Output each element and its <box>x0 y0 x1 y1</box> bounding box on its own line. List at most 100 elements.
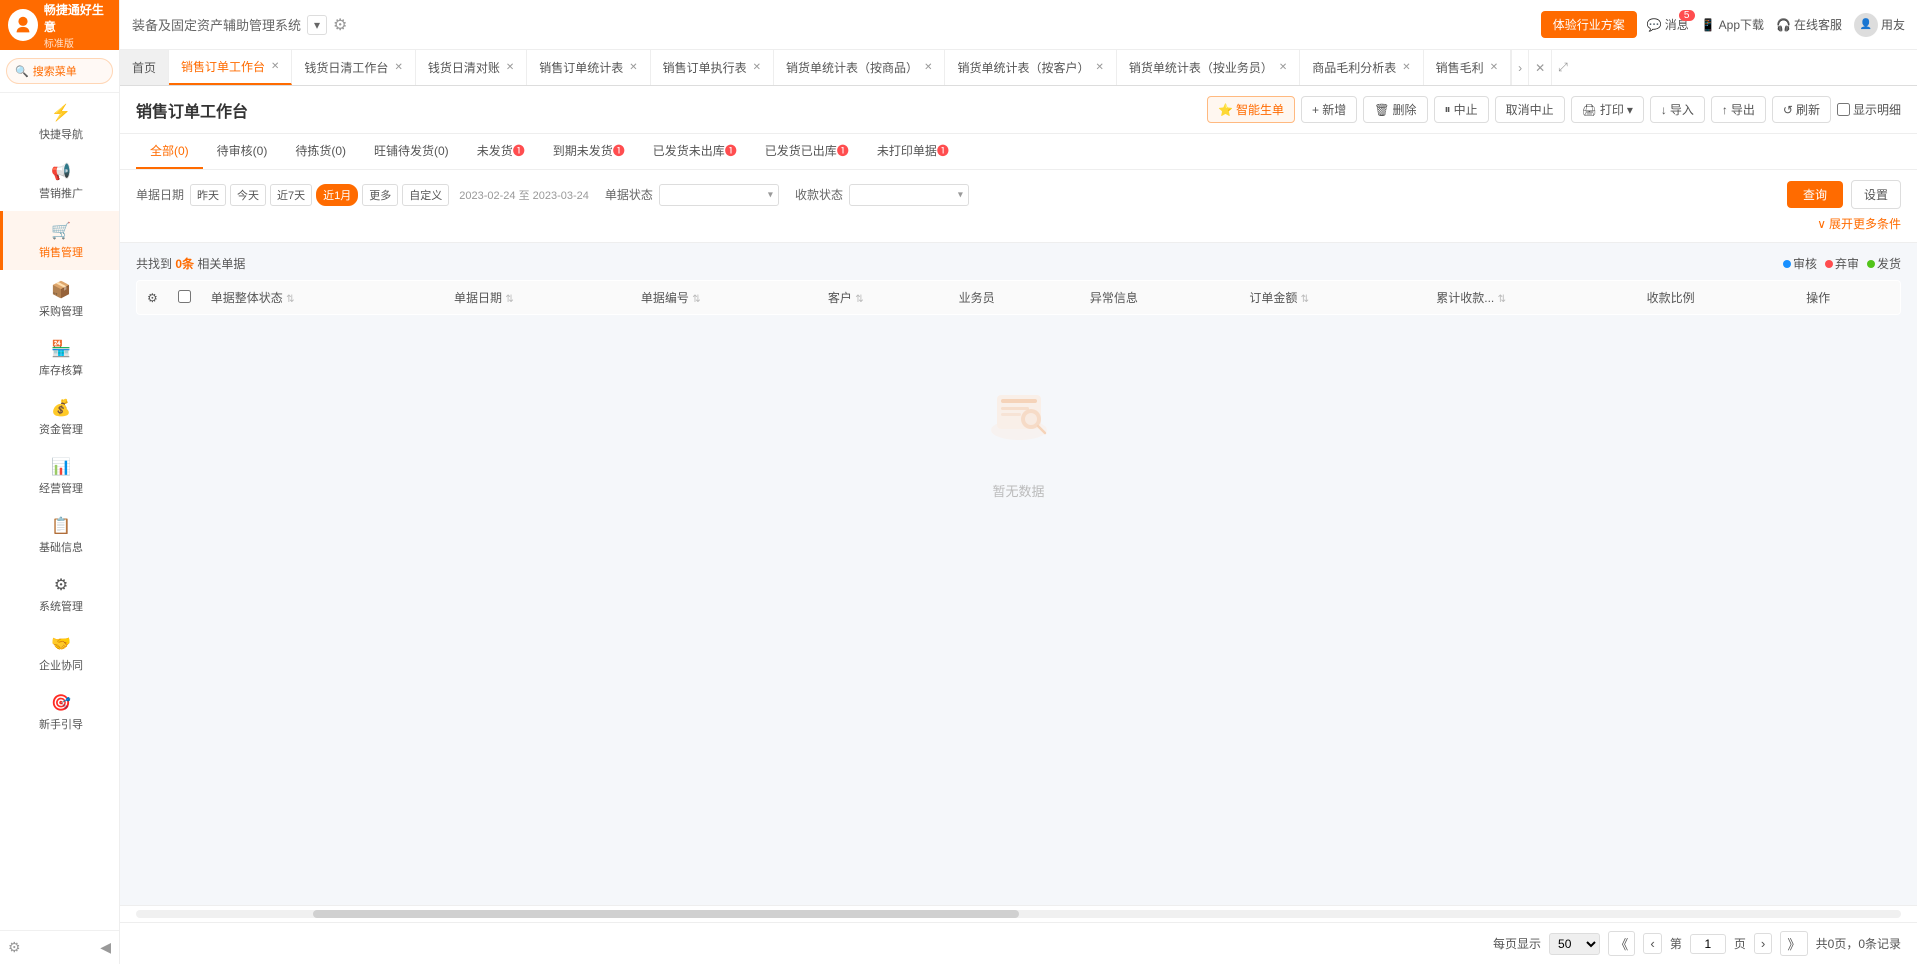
sort-icon[interactable]: ⇅ <box>1498 294 1506 305</box>
sub-tab-not-printed[interactable]: 未打印单据❶ <box>863 134 963 169</box>
sidebar-item-sales[interactable]: 🛒 销售管理 <box>0 211 119 270</box>
suspend-button[interactable]: ⏸ 中止 <box>1434 96 1489 123</box>
show-detail-checkbox-wrap[interactable]: 显示明细 <box>1837 101 1901 118</box>
app-download-button[interactable]: 📱 App下载 <box>1701 16 1764 33</box>
date-quick-buttons: 昨天 今天 近7天 近1月 更多 自定义 <box>190 184 449 206</box>
tab-sales-by-product[interactable]: 销货单统计表（按商品） ✕ <box>774 50 945 85</box>
refresh-button[interactable]: ↺ 刷新 <box>1772 96 1831 123</box>
sidebar-bottom: ⚙ ◀ <box>0 930 119 964</box>
query-button[interactable]: 查询 <box>1787 181 1843 208</box>
tab-close-icon[interactable]: ✕ <box>924 62 932 73</box>
tab-more-button[interactable]: › <box>1511 50 1528 85</box>
status-select[interactable] <box>659 184 779 206</box>
add-button[interactable]: + 新增 <box>1301 96 1357 123</box>
sort-icon[interactable]: ⇅ <box>855 294 863 305</box>
date-1month-button[interactable]: 近1月 <box>316 184 358 206</box>
smart-gen-button[interactable]: ⭐ 智能生单 <box>1207 96 1295 123</box>
page-input[interactable] <box>1690 934 1726 954</box>
sub-tab-wangpu[interactable]: 旺铺待发货(0) <box>360 134 463 169</box>
tab-close-all-button[interactable]: ✕ <box>1528 50 1551 85</box>
sub-tab-shipped-out[interactable]: 已发货已出库❶ <box>751 134 863 169</box>
system-dropdown-button[interactable]: ▾ <box>307 15 327 35</box>
tab-close-icon[interactable]: ✕ <box>753 62 761 73</box>
print-button[interactable]: 🖨 打印 ▾ <box>1571 96 1644 123</box>
tab-close-icon[interactable]: ✕ <box>1095 62 1103 73</box>
tab-sales-stat[interactable]: 销售订单统计表 ✕ <box>527 50 650 85</box>
select-all-checkbox[interactable] <box>178 290 191 303</box>
sub-tab-pending-review[interactable]: 待审核(0) <box>203 134 282 169</box>
sidebar-item-guide[interactable]: 🎯 新手引导 <box>0 683 119 742</box>
collapse-button[interactable]: ◀ <box>100 939 111 956</box>
import-button[interactable]: ↓ 导入 <box>1650 96 1705 123</box>
cancel-audit-button[interactable]: 弃审 <box>1825 255 1859 272</box>
tab-product-profit[interactable]: 商品毛利分析表 ✕ <box>1300 50 1423 85</box>
sub-tab-shipped-not-out[interactable]: 已发货未出库❶ <box>639 134 751 169</box>
sub-tab-not-shipped[interactable]: 未发货❶ <box>463 134 539 169</box>
expand-more-button[interactable]: ∨ 展开更多条件 <box>1817 215 1901 232</box>
sidebar-item-marketing[interactable]: 📢 营销推广 <box>0 152 119 211</box>
date-custom-button[interactable]: 自定义 <box>402 184 449 206</box>
tab-sales-order[interactable]: 销售订单工作台 ✕ <box>169 50 292 85</box>
tab-close-icon[interactable]: ✕ <box>271 61 279 72</box>
date-7days-button[interactable]: 近7天 <box>270 184 312 206</box>
solution-button[interactable]: 体验行业方案 <box>1541 11 1637 38</box>
settings-button[interactable]: ⚙ <box>8 939 21 956</box>
tab-cash-reconcile[interactable]: 钱货日清对账 ✕ <box>416 50 527 85</box>
sort-icon[interactable]: ⇅ <box>286 294 294 305</box>
sub-tab-pending-inspect[interactable]: 待拣货(0) <box>281 134 360 169</box>
first-page-button[interactable]: 《 <box>1608 931 1635 956</box>
tab-close-icon[interactable]: ✕ <box>394 62 402 73</box>
search-menu-button[interactable]: 🔍 搜索菜单 <box>6 58 113 84</box>
payment-select[interactable] <box>849 184 969 206</box>
show-detail-checkbox[interactable] <box>1837 103 1850 116</box>
tab-cash-daily[interactable]: 钱货日清工作台 ✕ <box>292 50 415 85</box>
sidebar-item-operations[interactable]: 📊 经营管理 <box>0 447 119 506</box>
tab-close-icon[interactable]: ✕ <box>1279 62 1287 73</box>
message-button[interactable]: 💬 消息 5 <box>1647 16 1689 33</box>
tab-close-icon[interactable]: ✕ <box>1490 62 1498 73</box>
date-more-button[interactable]: 更多 <box>362 184 398 206</box>
sidebar-item-system[interactable]: ⚙ 系统管理 <box>0 565 119 624</box>
user-menu-button[interactable]: 👤 用友 <box>1854 13 1905 37</box>
table-toolbar: 共找到 0条 相关单据 审核 弃审 发货 <box>136 255 1901 272</box>
sub-tab-all[interactable]: 全部(0) <box>136 134 203 169</box>
scroll-thumb[interactable] <box>313 910 1019 918</box>
cancel-suspend-button[interactable]: 取消中止 <box>1495 96 1565 123</box>
last-page-button[interactable]: 》 <box>1780 931 1807 956</box>
sidebar-item-finance[interactable]: 💰 资金管理 <box>0 388 119 447</box>
gear-icon[interactable]: ⚙ <box>147 291 158 305</box>
tab-sales-by-customer[interactable]: 销货单统计表（按客户） ✕ <box>945 50 1116 85</box>
audit-button[interactable]: 审核 <box>1783 255 1817 272</box>
sidebar-item-quick-nav[interactable]: ⚡ 快捷导航 <box>0 93 119 152</box>
topbar-settings-icon[interactable]: ⚙ <box>333 15 347 35</box>
prev-page-button[interactable]: ‹ <box>1643 933 1661 954</box>
tab-home[interactable]: 首页 <box>120 50 169 85</box>
set-button[interactable]: 设置 <box>1851 180 1901 209</box>
sidebar-item-enterprise[interactable]: 🤝 企业协同 <box>0 624 119 683</box>
tab-maximize-button[interactable]: ⤢ <box>1551 50 1574 85</box>
sort-icon[interactable]: ⇅ <box>1301 294 1309 305</box>
tab-sales-by-staff[interactable]: 销货单统计表（按业务员） ✕ <box>1117 50 1300 85</box>
sort-icon[interactable]: ⇅ <box>505 294 513 305</box>
tab-close-icon[interactable]: ✕ <box>1402 62 1410 73</box>
date-yesterday-button[interactable]: 昨天 <box>190 184 226 206</box>
sidebar-item-basic[interactable]: 📋 基础信息 <box>0 506 119 565</box>
page-size-select[interactable]: 10 20 50 100 <box>1549 933 1600 955</box>
tab-close-icon[interactable]: ✕ <box>506 62 514 73</box>
sidebar-item-purchase[interactable]: 📦 采购管理 <box>0 270 119 329</box>
tab-close-icon[interactable]: ✕ <box>629 62 637 73</box>
delete-button[interactable]: 🗑 删除 <box>1363 96 1427 123</box>
page-label: 第 <box>1670 935 1682 952</box>
sub-tab-overdue[interactable]: 到期未发货❶ <box>539 134 639 169</box>
sort-icon[interactable]: ⇅ <box>692 294 700 305</box>
online-service-button[interactable]: 🎧 在线客服 <box>1776 16 1842 33</box>
ship-button[interactable]: 发货 <box>1867 255 1901 272</box>
sidebar-item-inventory[interactable]: 🏪 库存核算 <box>0 329 119 388</box>
next-page-button[interactable]: › <box>1754 933 1772 954</box>
page-title: 销售订单工作台 <box>136 98 248 122</box>
date-today-button[interactable]: 今天 <box>230 184 266 206</box>
tab-sales-exec[interactable]: 销售订单执行表 ✕ <box>651 50 774 85</box>
tab-sales-more[interactable]: 销售毛利 ✕ <box>1424 50 1511 85</box>
export-button[interactable]: ↑ 导出 <box>1711 96 1766 123</box>
scroll-track[interactable] <box>136 910 1901 918</box>
